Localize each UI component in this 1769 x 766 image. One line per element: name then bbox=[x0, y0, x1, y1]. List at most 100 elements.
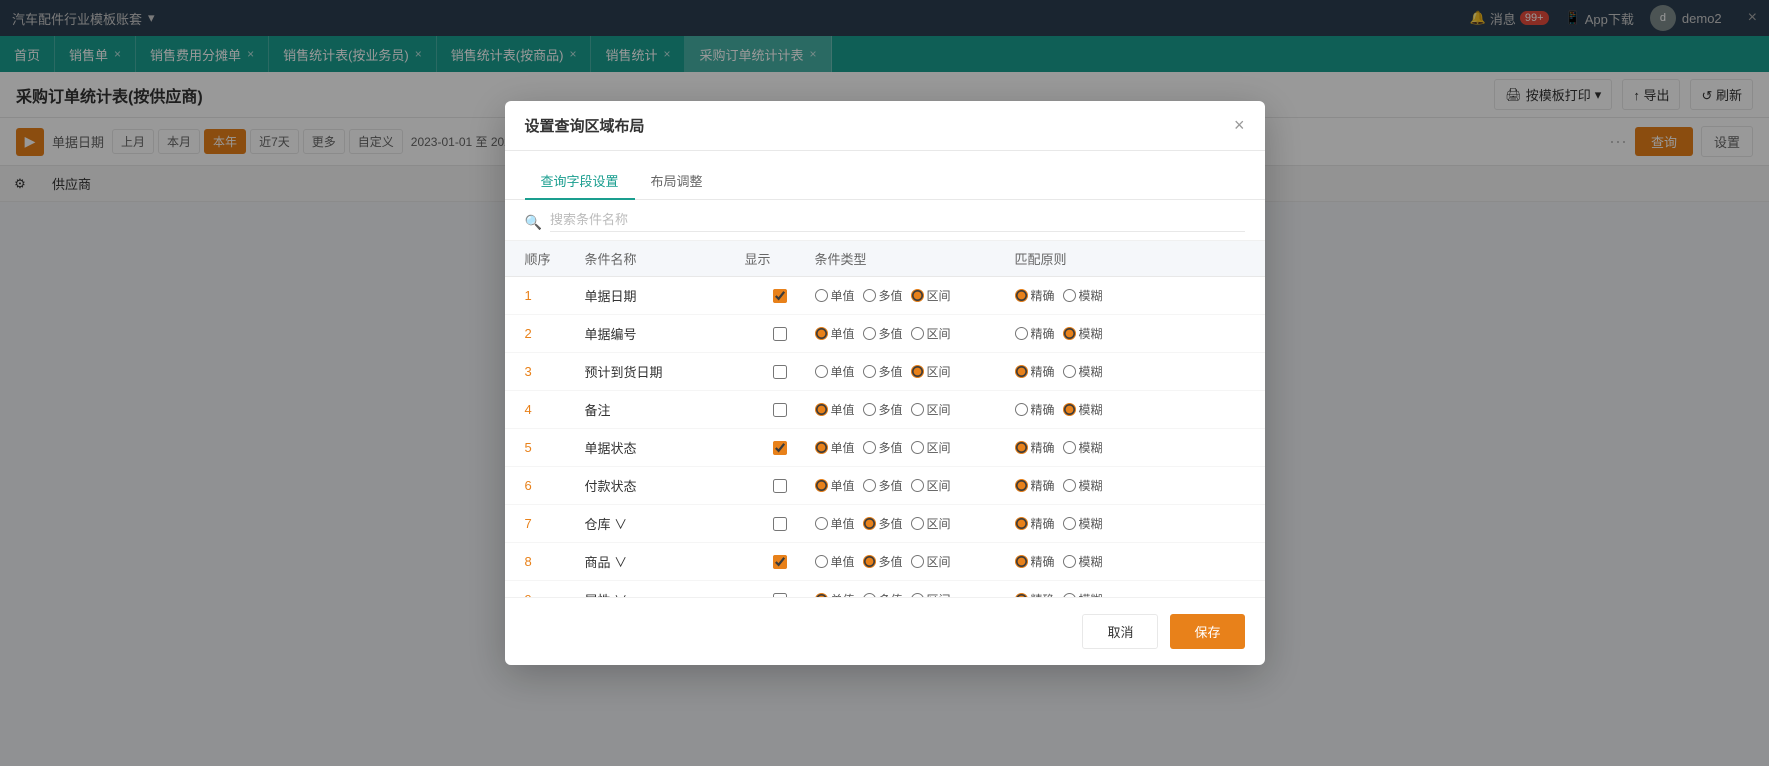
save-button[interactable]: 保存 bbox=[1170, 614, 1244, 649]
match-radio-精确-5[interactable] bbox=[1015, 479, 1028, 492]
match-option-精确-1[interactable]: 精确 bbox=[1015, 325, 1055, 342]
type-option-单值-0[interactable]: 单值 bbox=[815, 287, 855, 304]
type-radio-区间-5[interactable] bbox=[911, 479, 924, 492]
type-option-单值-2[interactable]: 单值 bbox=[815, 363, 855, 380]
match-option-精确-2[interactable]: 精确 bbox=[1015, 363, 1055, 380]
type-radio-单值-6[interactable] bbox=[815, 517, 828, 530]
type-option-单值-4[interactable]: 单值 bbox=[815, 439, 855, 456]
type-radio-多值-1[interactable] bbox=[863, 327, 876, 340]
match-radio-模糊-6[interactable] bbox=[1063, 517, 1076, 530]
display-checkbox-0[interactable] bbox=[773, 289, 787, 303]
cancel-button[interactable]: 取消 bbox=[1082, 614, 1158, 649]
match-radio-精确-3[interactable] bbox=[1015, 403, 1028, 416]
type-radio-单值-7[interactable] bbox=[815, 555, 828, 568]
match-radio-模糊-5[interactable] bbox=[1063, 479, 1076, 492]
type-option-区间-0[interactable]: 区间 bbox=[911, 287, 951, 304]
type-option-多值-4[interactable]: 多值 bbox=[863, 439, 903, 456]
cell-type-1: 单值多值区间 bbox=[815, 325, 1015, 342]
match-option-精确-4[interactable]: 精确 bbox=[1015, 439, 1055, 456]
dialog-close-button[interactable]: × bbox=[1234, 115, 1245, 136]
match-radio-模糊-3[interactable] bbox=[1063, 403, 1076, 416]
type-radio-区间-1[interactable] bbox=[911, 327, 924, 340]
match-radio-精确-4[interactable] bbox=[1015, 441, 1028, 454]
match-option-精确-7[interactable]: 精确 bbox=[1015, 553, 1055, 570]
match-option-精确-0[interactable]: 精确 bbox=[1015, 287, 1055, 304]
type-option-单值-7[interactable]: 单值 bbox=[815, 553, 855, 570]
type-radio-区间-2[interactable] bbox=[911, 365, 924, 378]
match-option-精确-3[interactable]: 精确 bbox=[1015, 401, 1055, 418]
type-radio-单值-2[interactable] bbox=[815, 365, 828, 378]
match-option-模糊-7[interactable]: 模糊 bbox=[1063, 553, 1103, 570]
type-option-多值-0[interactable]: 多值 bbox=[863, 287, 903, 304]
match-radio-模糊-4[interactable] bbox=[1063, 441, 1076, 454]
type-radio-区间-6[interactable] bbox=[911, 517, 924, 530]
type-radio-多值-6[interactable] bbox=[863, 517, 876, 530]
display-checkbox-4[interactable] bbox=[773, 441, 787, 455]
type-option-单值-5[interactable]: 单值 bbox=[815, 477, 855, 494]
type-radio-单值-0[interactable] bbox=[815, 289, 828, 302]
match-radio-精确-1[interactable] bbox=[1015, 327, 1028, 340]
type-option-区间-5[interactable]: 区间 bbox=[911, 477, 951, 494]
display-checkbox-2[interactable] bbox=[773, 365, 787, 379]
match-radio-模糊-7[interactable] bbox=[1063, 555, 1076, 568]
match-option-模糊-5[interactable]: 模糊 bbox=[1063, 477, 1103, 494]
match-radio-精确-7[interactable] bbox=[1015, 555, 1028, 568]
display-checkbox-7[interactable] bbox=[773, 555, 787, 569]
dialog-tab-fields[interactable]: 查询字段设置 bbox=[525, 163, 635, 200]
type-option-单值-1[interactable]: 单值 bbox=[815, 325, 855, 342]
search-input[interactable] bbox=[550, 212, 1245, 232]
type-radio-单值-5[interactable] bbox=[815, 479, 828, 492]
type-radio-单值-1[interactable] bbox=[815, 327, 828, 340]
type-option-区间-4[interactable]: 区间 bbox=[911, 439, 951, 456]
type-radio-多值-0[interactable] bbox=[863, 289, 876, 302]
type-radio-单值-4[interactable] bbox=[815, 441, 828, 454]
dialog-tab-layout[interactable]: 布局调整 bbox=[635, 163, 719, 200]
type-option-多值-1[interactable]: 多值 bbox=[863, 325, 903, 342]
type-radio-多值-7[interactable] bbox=[863, 555, 876, 568]
match-radio-精确-6[interactable] bbox=[1015, 517, 1028, 530]
type-radio-多值-5[interactable] bbox=[863, 479, 876, 492]
type-radio-多值-4[interactable] bbox=[863, 441, 876, 454]
field-name-7: 商品 ∨ bbox=[585, 552, 628, 571]
match-option-模糊-6[interactable]: 模糊 bbox=[1063, 515, 1103, 532]
type-option-区间-3[interactable]: 区间 bbox=[911, 401, 951, 418]
match-radio-精确-0[interactable] bbox=[1015, 289, 1028, 302]
type-radio-区间-4[interactable] bbox=[911, 441, 924, 454]
match-option-模糊-1[interactable]: 模糊 bbox=[1063, 325, 1103, 342]
cell-display-1 bbox=[745, 327, 815, 341]
match-option-模糊-0[interactable]: 模糊 bbox=[1063, 287, 1103, 304]
type-radio-多值-2[interactable] bbox=[863, 365, 876, 378]
type-radio-区间-0[interactable] bbox=[911, 289, 924, 302]
type-option-多值-7[interactable]: 多值 bbox=[863, 553, 903, 570]
type-option-多值-3[interactable]: 多值 bbox=[863, 401, 903, 418]
match-radio-模糊-1[interactable] bbox=[1063, 327, 1076, 340]
type-radio-单值-3[interactable] bbox=[815, 403, 828, 416]
match-option-精确-6[interactable]: 精确 bbox=[1015, 515, 1055, 532]
type-option-区间-1[interactable]: 区间 bbox=[911, 325, 951, 342]
match-option-模糊-4[interactable]: 模糊 bbox=[1063, 439, 1103, 456]
display-checkbox-5[interactable] bbox=[773, 479, 787, 493]
match-option-模糊-2[interactable]: 模糊 bbox=[1063, 363, 1103, 380]
match-radio-模糊-2[interactable] bbox=[1063, 365, 1076, 378]
type-option-多值-5[interactable]: 多值 bbox=[863, 477, 903, 494]
table-row: 9属性 ∨单值多值区间精确模糊 bbox=[505, 581, 1265, 597]
type-radio-区间-3[interactable] bbox=[911, 403, 924, 416]
type-option-多值-2[interactable]: 多值 bbox=[863, 363, 903, 380]
field-name-1: 单据编号 bbox=[585, 324, 637, 343]
type-option-单值-3[interactable]: 单值 bbox=[815, 401, 855, 418]
match-option-精确-5[interactable]: 精确 bbox=[1015, 477, 1055, 494]
display-checkbox-1[interactable] bbox=[773, 327, 787, 341]
type-radio-多值-3[interactable] bbox=[863, 403, 876, 416]
match-radio-模糊-0[interactable] bbox=[1063, 289, 1076, 302]
match-radio-精确-2[interactable] bbox=[1015, 365, 1028, 378]
type-radio-区间-7[interactable] bbox=[911, 555, 924, 568]
type-option-区间-7[interactable]: 区间 bbox=[911, 553, 951, 570]
table-row: 2单据编号单值多值区间精确模糊 bbox=[505, 315, 1265, 353]
type-option-多值-6[interactable]: 多值 bbox=[863, 515, 903, 532]
display-checkbox-3[interactable] bbox=[773, 403, 787, 417]
match-option-模糊-3[interactable]: 模糊 bbox=[1063, 401, 1103, 418]
type-option-单值-6[interactable]: 单值 bbox=[815, 515, 855, 532]
type-option-区间-6[interactable]: 区间 bbox=[911, 515, 951, 532]
type-option-区间-2[interactable]: 区间 bbox=[911, 363, 951, 380]
display-checkbox-6[interactable] bbox=[773, 517, 787, 531]
